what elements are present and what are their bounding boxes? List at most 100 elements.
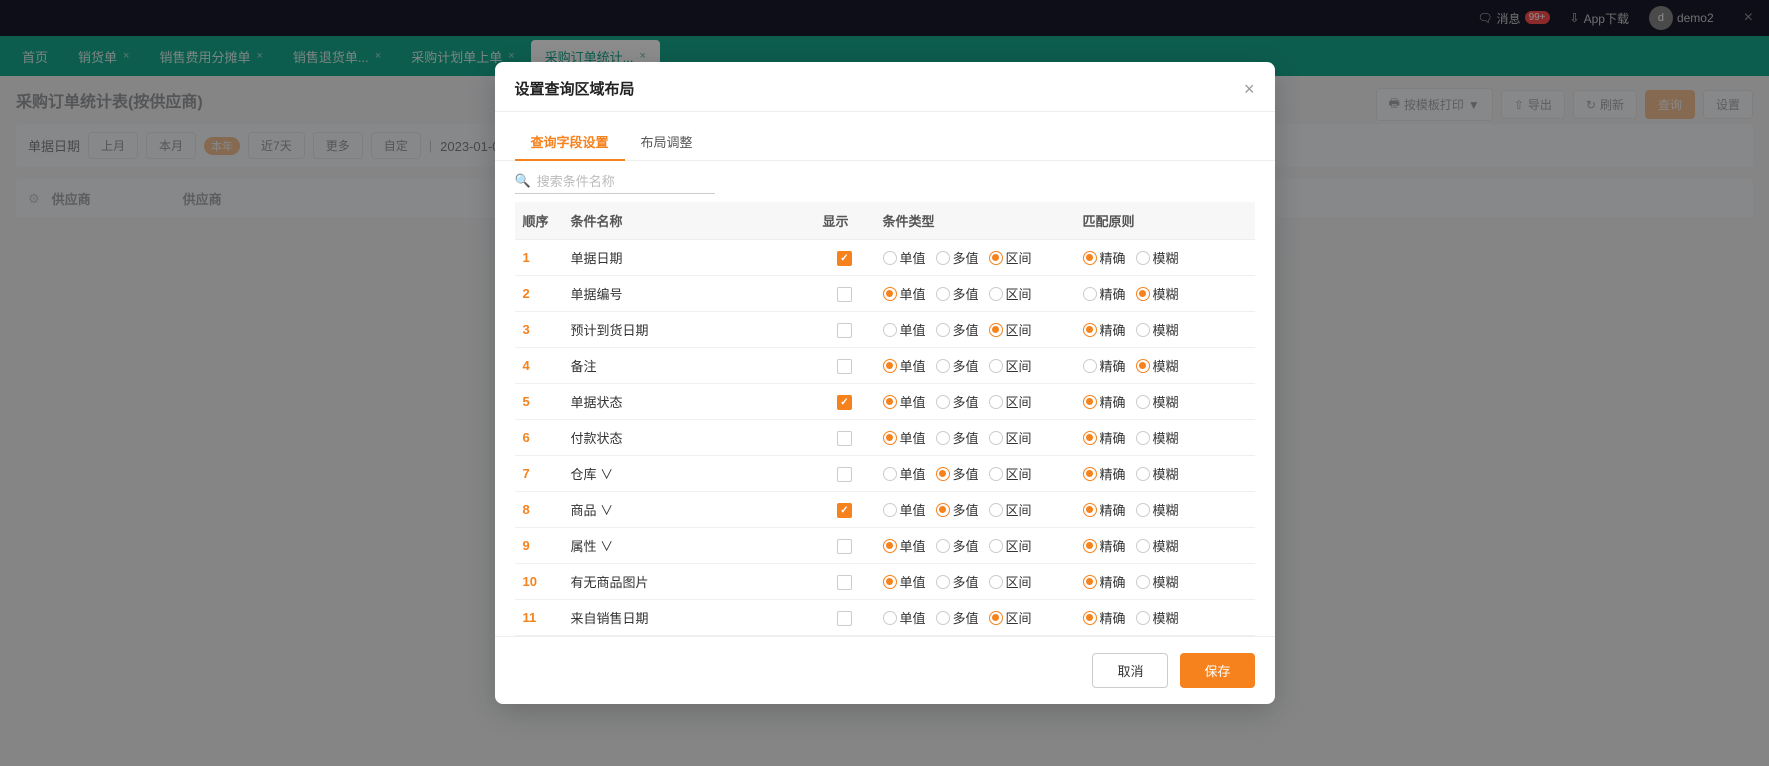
match-radio-exact[interactable]: 精确 bbox=[1083, 320, 1126, 339]
type-radio-range[interactable]: 区间 bbox=[989, 248, 1032, 267]
match-radio-exact[interactable]: 精确 bbox=[1083, 392, 1126, 411]
type-radio-single[interactable]: 单值 bbox=[883, 284, 926, 303]
radio-circle-multi bbox=[936, 431, 950, 445]
match-label-fuzzy: 模糊 bbox=[1153, 464, 1179, 483]
type-radio-multi[interactable]: 多值 bbox=[936, 500, 979, 519]
match-radio-fuzzy[interactable]: 模糊 bbox=[1136, 536, 1179, 555]
type-radio-single[interactable]: 单值 bbox=[883, 392, 926, 411]
type-radio-range[interactable]: 区间 bbox=[989, 284, 1032, 303]
match-circle-fuzzy bbox=[1136, 467, 1150, 481]
type-radio-multi[interactable]: 多值 bbox=[936, 608, 979, 627]
row-order: 7 bbox=[515, 456, 563, 492]
match-circle-exact bbox=[1083, 611, 1097, 625]
type-radio-range[interactable]: 区间 bbox=[989, 608, 1032, 627]
type-radio-multi[interactable]: 多值 bbox=[936, 428, 979, 447]
display-checkbox[interactable] bbox=[837, 467, 852, 482]
type-radio-single[interactable]: 单值 bbox=[883, 572, 926, 591]
type-radio-single[interactable]: 单值 bbox=[883, 608, 926, 627]
match-radio-fuzzy[interactable]: 模糊 bbox=[1136, 356, 1179, 375]
search-wrap: 🔍 bbox=[515, 173, 715, 194]
type-radio-multi[interactable]: 多值 bbox=[936, 392, 979, 411]
type-radio-single[interactable]: 单值 bbox=[883, 536, 926, 555]
radio-circle-range bbox=[989, 467, 1003, 481]
radio-circle-single bbox=[883, 467, 897, 481]
type-radio-range[interactable]: 区间 bbox=[989, 320, 1032, 339]
display-checkbox[interactable] bbox=[837, 539, 852, 554]
display-checkbox[interactable] bbox=[837, 395, 852, 410]
match-radio-fuzzy[interactable]: 模糊 bbox=[1136, 572, 1179, 591]
save-button[interactable]: 保存 bbox=[1180, 653, 1254, 688]
type-radio-multi[interactable]: 多值 bbox=[936, 248, 979, 267]
radio-label-multi: 多值 bbox=[953, 500, 979, 519]
match-radio-exact[interactable]: 精确 bbox=[1083, 284, 1126, 303]
type-radio-range[interactable]: 区间 bbox=[989, 428, 1032, 447]
modal-close-button[interactable]: × bbox=[1244, 80, 1255, 98]
display-checkbox[interactable] bbox=[837, 359, 852, 374]
tab-query-fields[interactable]: 查询字段设置 bbox=[515, 124, 625, 161]
type-radio-range[interactable]: 区间 bbox=[989, 536, 1032, 555]
display-checkbox[interactable] bbox=[837, 611, 852, 626]
radio-circle-multi bbox=[936, 395, 950, 409]
type-radio-range[interactable]: 区间 bbox=[989, 392, 1032, 411]
type-radio-multi[interactable]: 多值 bbox=[936, 356, 979, 375]
radio-label-single: 单值 bbox=[900, 464, 926, 483]
type-radio-single[interactable]: 单值 bbox=[883, 320, 926, 339]
type-radio-multi[interactable]: 多值 bbox=[936, 572, 979, 591]
match-radio-exact[interactable]: 精确 bbox=[1083, 608, 1126, 627]
match-radio-exact[interactable]: 精确 bbox=[1083, 572, 1126, 591]
display-checkbox[interactable] bbox=[837, 323, 852, 338]
type-radio-multi[interactable]: 多值 bbox=[936, 464, 979, 483]
display-checkbox[interactable] bbox=[837, 575, 852, 590]
type-radio-single[interactable]: 单值 bbox=[883, 464, 926, 483]
display-checkbox[interactable] bbox=[837, 287, 852, 302]
match-radio-exact[interactable]: 精确 bbox=[1083, 356, 1126, 375]
type-radio-range[interactable]: 区间 bbox=[989, 572, 1032, 591]
match-label-fuzzy: 模糊 bbox=[1153, 608, 1179, 627]
radio-label-range: 区间 bbox=[1006, 392, 1032, 411]
type-radio-multi[interactable]: 多值 bbox=[936, 536, 979, 555]
match-radio-exact[interactable]: 精确 bbox=[1083, 248, 1126, 267]
match-circle-fuzzy bbox=[1136, 431, 1150, 445]
type-radio-multi[interactable]: 多值 bbox=[936, 284, 979, 303]
match-radio-fuzzy[interactable]: 模糊 bbox=[1136, 608, 1179, 627]
modal-tabs: 查询字段设置 布局调整 bbox=[495, 112, 1275, 161]
row-type-cell: 单值 多值 区间 bbox=[875, 492, 1075, 528]
radio-circle-single bbox=[883, 503, 897, 517]
match-radio-exact[interactable]: 精确 bbox=[1083, 536, 1126, 555]
cancel-button[interactable]: 取消 bbox=[1092, 653, 1168, 688]
type-radio-single[interactable]: 单值 bbox=[883, 356, 926, 375]
match-circle-fuzzy bbox=[1136, 575, 1150, 589]
match-radio-exact[interactable]: 精确 bbox=[1083, 500, 1126, 519]
match-radio-fuzzy[interactable]: 模糊 bbox=[1136, 428, 1179, 447]
match-radio-exact[interactable]: 精确 bbox=[1083, 428, 1126, 447]
type-radio-range[interactable]: 区间 bbox=[989, 500, 1032, 519]
search-input[interactable] bbox=[537, 174, 715, 189]
type-radio-single[interactable]: 单值 bbox=[883, 500, 926, 519]
match-label-fuzzy: 模糊 bbox=[1153, 320, 1179, 339]
match-radio-fuzzy[interactable]: 模糊 bbox=[1136, 248, 1179, 267]
col-header-name: 条件名称 bbox=[563, 202, 815, 240]
type-radio-multi[interactable]: 多值 bbox=[936, 320, 979, 339]
row-match-cell: 精确模糊 bbox=[1075, 492, 1255, 528]
match-radio-fuzzy[interactable]: 模糊 bbox=[1136, 464, 1179, 483]
table-row: 4备注单值多值区间精确模糊 bbox=[515, 348, 1255, 384]
type-radio-single[interactable]: 单值 bbox=[883, 428, 926, 447]
radio-label-multi: 多值 bbox=[953, 356, 979, 375]
radio-label-range: 区间 bbox=[1006, 500, 1032, 519]
match-radio-fuzzy[interactable]: 模糊 bbox=[1136, 284, 1179, 303]
tab-layout-adjust[interactable]: 布局调整 bbox=[625, 124, 709, 161]
type-radio-single[interactable]: 单值 bbox=[883, 248, 926, 267]
match-circle-fuzzy bbox=[1136, 503, 1150, 517]
match-radio-fuzzy[interactable]: 模糊 bbox=[1136, 500, 1179, 519]
match-radio-fuzzy[interactable]: 模糊 bbox=[1136, 320, 1179, 339]
display-checkbox[interactable] bbox=[837, 503, 852, 518]
display-checkbox[interactable] bbox=[837, 431, 852, 446]
display-checkbox[interactable] bbox=[837, 251, 852, 266]
match-radio-fuzzy[interactable]: 模糊 bbox=[1136, 392, 1179, 411]
radio-label-multi: 多值 bbox=[953, 428, 979, 447]
match-label-exact: 精确 bbox=[1100, 320, 1126, 339]
match-radio-exact[interactable]: 精确 bbox=[1083, 464, 1126, 483]
match-label-exact: 精确 bbox=[1100, 572, 1126, 591]
type-radio-range[interactable]: 区间 bbox=[989, 464, 1032, 483]
type-radio-range[interactable]: 区间 bbox=[989, 356, 1032, 375]
